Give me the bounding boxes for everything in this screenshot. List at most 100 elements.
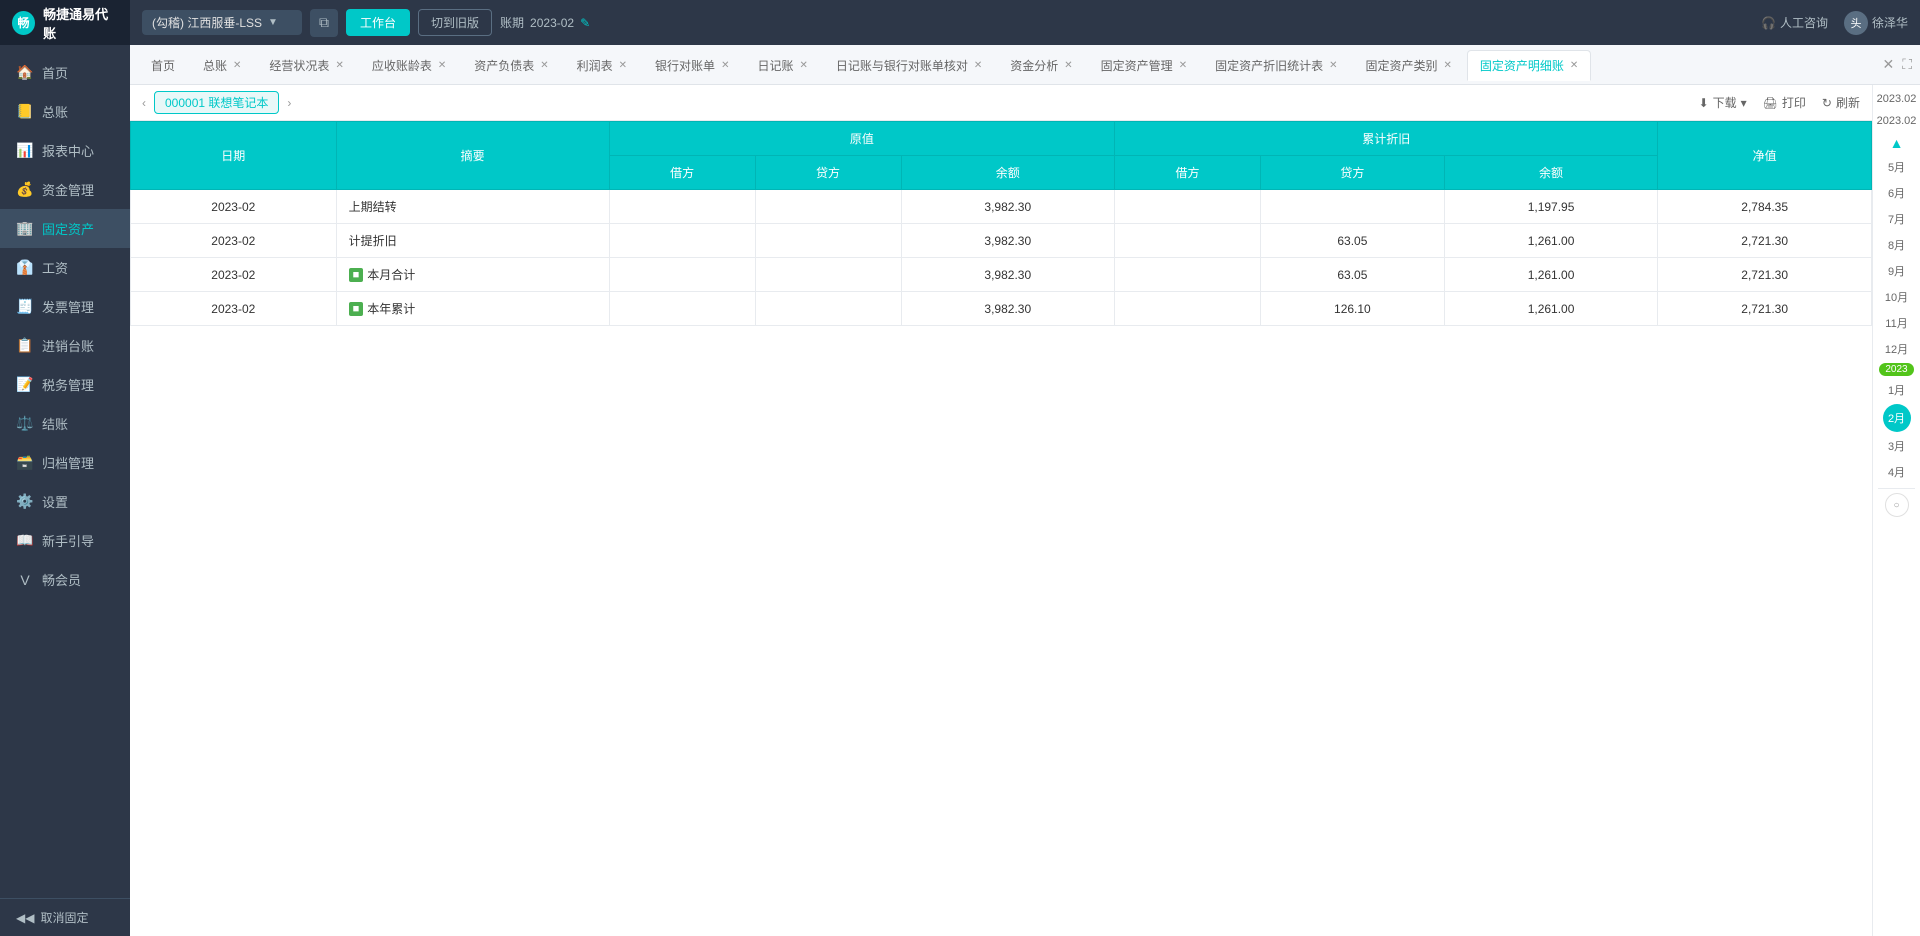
sidebar-item-固定资产[interactable]: 🏢固定资产 — [0, 209, 130, 248]
tab-close-all-icon[interactable]: ✕ — [1882, 56, 1894, 73]
sidebar-item-进销台账[interactable]: 📋进销台账 — [0, 326, 130, 365]
tab-close-icon[interactable]: ✕ — [233, 60, 241, 71]
right-panel-month-12月[interactable]: 12月 — [1873, 337, 1920, 361]
sidebar-item-新手引导[interactable]: 📖新手引导 — [0, 521, 130, 560]
support-button[interactable]: 🎧 人工咨询 — [1761, 14, 1828, 31]
tab-日记账与银行对账单核对[interactable]: 日记账与银行对账单核对✕ — [823, 50, 995, 80]
topbar: (勾稽) 江西服垂-LSS ▼ ⧉ 工作台 切到旧版 账期 2023-02 ✎ … — [130, 0, 1920, 45]
right-panel-year-top[interactable]: 2023.02 — [1873, 89, 1920, 109]
download-button[interactable]: ⬇ 下载 ▾ — [1699, 94, 1747, 111]
tab-close-icon[interactable]: ✕ — [619, 60, 627, 71]
tab-固定资产折旧统计表[interactable]: 固定资产折旧统计表 ✕ — [1202, 50, 1350, 80]
right-panel-month-7月[interactable]: 7月 — [1873, 207, 1920, 231]
right-panel-month-1月[interactable]: 1月 — [1873, 378, 1920, 402]
tab-close-icon[interactable]: ✕ — [799, 60, 807, 71]
right-panel-month-3月[interactable]: 3月 — [1873, 434, 1920, 458]
print-button[interactable]: 🖨 打印 — [1763, 94, 1806, 111]
right-panel-month-2月[interactable]: 2月 — [1883, 404, 1911, 432]
page-content: ‹ 000001 联想笔记本 › ⬇ 下载 ▾ 🖨 打印 — [130, 85, 1872, 936]
cell-orig-debit — [609, 190, 755, 224]
sidebar-item-资金管理[interactable]: 💰资金管理 — [0, 170, 130, 209]
sidebar-item-归档管理[interactable]: 🗃️归档管理 — [0, 443, 130, 482]
tab-label: 利润表 — [577, 57, 613, 74]
asset-nav-more[interactable]: › — [287, 96, 291, 110]
tab-close-icon[interactable]: ✕ — [1570, 60, 1578, 71]
sidebar-item-工资[interactable]: 👔工资 — [0, 248, 130, 287]
tab-银行对账单[interactable]: 银行对账单 ✕ — [642, 50, 742, 80]
workbench-button[interactable]: 工作台 — [346, 9, 410, 36]
sidebar-icon: 💰 — [16, 181, 34, 198]
tab-总账[interactable]: 总账✕ — [190, 50, 254, 80]
right-panel-divider — [1878, 488, 1916, 489]
old-version-button[interactable]: 切到旧版 — [418, 9, 492, 36]
tab-经营状况表[interactable]: 经营状况表✕ — [256, 50, 356, 80]
copy-button[interactable]: ⧉ — [310, 9, 338, 37]
unpin-label: 取消固定 — [40, 909, 88, 926]
right-panel-month-5月[interactable]: 5月 — [1873, 155, 1920, 179]
cell-orig-balance: 3,982.30 — [901, 292, 1115, 326]
tab-资产负债表[interactable]: 资产负债表✕ — [461, 50, 561, 80]
asset-nav-prev[interactable]: ‹ — [142, 96, 146, 110]
company-name: (勾稽) 江西服垂-LSS — [152, 14, 262, 31]
right-panel-month-11月[interactable]: 11月 — [1873, 311, 1920, 335]
sidebar-item-首页[interactable]: 🏠首页 — [0, 53, 130, 92]
th-orig-credit: 贷方 — [755, 156, 901, 190]
asset-tag[interactable]: 000001 联想笔记本 — [154, 91, 279, 114]
tab-日记账[interactable]: 日记账✕ — [744, 50, 820, 80]
right-panel-month-8月[interactable]: 8月 — [1873, 233, 1920, 257]
sidebar-item-税务管理[interactable]: 📝税务管理 — [0, 365, 130, 404]
sidebar-icon: 🗃️ — [16, 454, 34, 471]
tab-固定资产类别[interactable]: 固定资产类别 ✕ — [1352, 50, 1464, 80]
cell-orig-balance: 3,982.30 — [901, 258, 1115, 292]
tab-maximize-icon[interactable]: ⛶ — [1902, 56, 1912, 73]
summary-text: 计提折旧 — [349, 234, 397, 248]
tab-close-icon[interactable]: ✕ — [1444, 60, 1452, 71]
tab-应收账龄表[interactable]: 应收账龄表✕ — [359, 50, 459, 80]
tab-label: 银行对账单 — [655, 57, 715, 74]
right-panel-month-10月[interactable]: 10月 — [1873, 285, 1920, 309]
print-label: 打印 — [1782, 94, 1806, 111]
sidebar-item-报表中心[interactable]: 📊报表中心 — [0, 131, 130, 170]
right-panel-month-4月[interactable]: 4月 — [1873, 460, 1920, 484]
tab-close-icon[interactable]: ✕ — [540, 60, 548, 71]
cell-accum-credit: 126.10 — [1261, 292, 1445, 326]
tab-close-icon[interactable]: ✕ — [1179, 60, 1187, 71]
tab-close-icon[interactable]: ✕ — [721, 60, 729, 71]
sidebar-item-发票管理[interactable]: 🧾发票管理 — [0, 287, 130, 326]
right-panel-year-2023[interactable]: 2023.02 — [1873, 111, 1920, 131]
refresh-button[interactable]: ↻ 刷新 — [1822, 94, 1860, 111]
tab-close-icon[interactable]: ✕ — [974, 60, 982, 71]
tab-close-icon[interactable]: ✕ — [1329, 60, 1337, 71]
right-panel-month-9月[interactable]: 9月 — [1873, 259, 1920, 283]
app-icon: 畅 — [12, 11, 35, 35]
tab-close-icon[interactable]: ✕ — [335, 60, 343, 71]
tab-close-icon[interactable]: ✕ — [1064, 60, 1072, 71]
sidebar-item-总账[interactable]: 📒总账 — [0, 92, 130, 131]
right-panel-circle[interactable]: ○ — [1885, 493, 1909, 517]
sidebar-nav: 🏠首页📒总账📊报表中心💰资金管理🏢固定资产👔工资🧾发票管理📋进销台账📝税务管理⚖… — [0, 45, 130, 898]
sidebar-icon: 📝 — [16, 376, 34, 393]
sidebar-item-设置[interactable]: ⚙️设置 — [0, 482, 130, 521]
company-dropdown-icon: ▼ — [268, 17, 278, 28]
sidebar-item-畅会员[interactable]: V畅会员 — [0, 560, 130, 599]
tab-label: 固定资产类别 — [1365, 57, 1437, 74]
tab-资金分析[interactable]: 资金分析✕ — [997, 50, 1085, 80]
right-panel-up[interactable]: ▲ — [1888, 133, 1906, 153]
sidebar-item-结账[interactable]: ⚖️结账 — [0, 404, 130, 443]
tab-close-icon[interactable]: ✕ — [438, 60, 446, 71]
tab-label: 固定资产折旧统计表 — [1215, 57, 1323, 74]
period-edit-icon[interactable]: ✎ — [580, 16, 590, 30]
right-panel-year-badge[interactable]: 2023 — [1879, 363, 1913, 376]
period-value: 2023-02 — [530, 16, 574, 30]
right-panel-month-6月[interactable]: 6月 — [1873, 181, 1920, 205]
download-icon: ⬇ — [1699, 96, 1709, 110]
company-selector[interactable]: (勾稽) 江西服垂-LSS ▼ — [142, 10, 302, 35]
user-menu[interactable]: 头 徐泽华 — [1844, 11, 1908, 35]
tab-首页[interactable]: 首页 — [138, 50, 188, 80]
sidebar-label: 总账 — [42, 102, 68, 121]
tab-利润表[interactable]: 利润表 ✕ — [564, 50, 640, 80]
sidebar-label: 发票管理 — [42, 297, 94, 316]
tab-固定资产管理[interactable]: 固定资产管理✕ — [1088, 50, 1200, 80]
tab-固定资产明细账[interactable]: 固定资产明细账✕ — [1467, 50, 1591, 81]
sidebar-unpin[interactable]: ◀◀ 取消固定 — [0, 898, 130, 936]
